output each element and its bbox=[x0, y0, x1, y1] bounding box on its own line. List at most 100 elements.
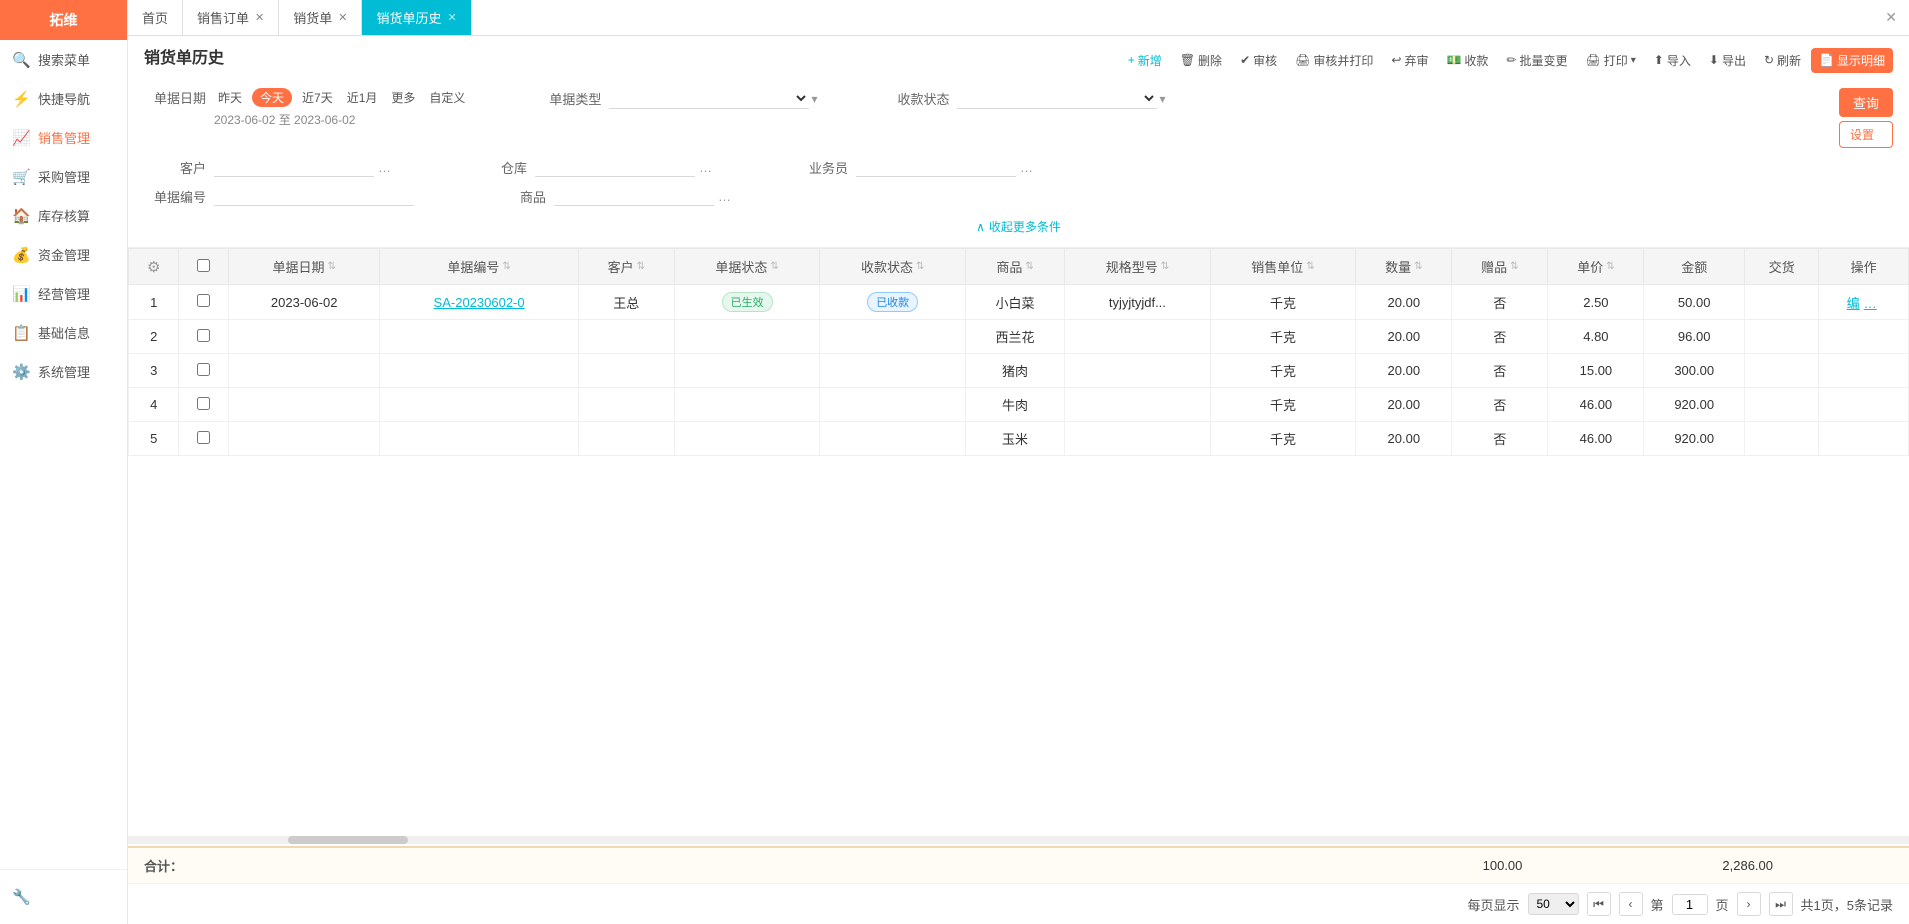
date-label: 单据日期 bbox=[144, 88, 214, 107]
row-checkbox-input[interactable] bbox=[197, 294, 210, 307]
warehouse-dots[interactable]: … bbox=[695, 160, 716, 175]
row-checkbox[interactable] bbox=[179, 285, 229, 320]
date-tab-7days[interactable]: 近7天 bbox=[298, 88, 337, 107]
export-button[interactable]: ⬇ 导出 bbox=[1701, 48, 1754, 73]
sidebar-item-operations[interactable]: 📊 经营管理 bbox=[0, 274, 127, 313]
display-button[interactable]: 📄 显示明细 bbox=[1811, 48, 1893, 73]
doc-no-input[interactable] bbox=[214, 187, 414, 206]
per-page-select[interactable]: 50 100 200 bbox=[1528, 893, 1579, 915]
print-button[interactable]: 🖨 打印 ▾ bbox=[1578, 48, 1644, 73]
col-collect-status[interactable]: 收款状态⇅ bbox=[820, 249, 966, 285]
col-doc-status[interactable]: 单据状态⇅ bbox=[674, 249, 820, 285]
row-checkbox-input[interactable] bbox=[197, 397, 210, 410]
salesperson-input[interactable] bbox=[856, 158, 1016, 177]
audit-button[interactable]: ✔ 审核 bbox=[1232, 48, 1285, 73]
sidebar-item-purchase-mgmt[interactable]: 🛒 采购管理 bbox=[0, 157, 127, 196]
next-page-btn[interactable]: › bbox=[1737, 892, 1761, 916]
row-doc-no[interactable] bbox=[380, 388, 578, 422]
row-checkbox-input[interactable] bbox=[197, 363, 210, 376]
tab-sales-order-close[interactable]: ✕ bbox=[255, 11, 264, 24]
page-number-input[interactable]: 1 bbox=[1672, 894, 1708, 915]
sidebar-item-sales-mgmt[interactable]: 📈 销售管理 bbox=[0, 118, 127, 157]
collect-status-select[interactable] bbox=[957, 88, 1157, 109]
sidebar-item-inventory[interactable]: 🏠 库存核算 bbox=[0, 196, 127, 235]
first-page-btn[interactable]: ⏮ bbox=[1587, 892, 1611, 916]
sort-gift-icon: ⇅ bbox=[1510, 261, 1518, 272]
tab-sales-delivery-close[interactable]: ✕ bbox=[338, 11, 347, 24]
col-customer[interactable]: 客户⇅ bbox=[578, 249, 674, 285]
query-button[interactable]: 查询 bbox=[1839, 88, 1893, 117]
horizontal-scrollbar[interactable] bbox=[128, 836, 1909, 844]
col-qty[interactable]: 数量⇅ bbox=[1356, 249, 1452, 285]
last-page-btn[interactable]: ⏭ bbox=[1769, 892, 1793, 916]
batch-change-button[interactable]: ✏ 批量变更 bbox=[1498, 48, 1575, 73]
tab-sales-history[interactable]: 销货单历史 ✕ bbox=[362, 0, 471, 35]
sidebar-item-basic-info[interactable]: 📋 基础信息 bbox=[0, 313, 127, 352]
delete-button[interactable]: 🗑 删除 bbox=[1172, 48, 1230, 73]
row-checkbox[interactable] bbox=[179, 388, 229, 422]
action-更多[interactable]: … bbox=[1864, 296, 1877, 311]
salesperson-dots[interactable]: … bbox=[1016, 160, 1037, 175]
doc-no-link[interactable]: SA-20230602-0 bbox=[434, 295, 525, 310]
import-button[interactable]: ⬆ 导入 bbox=[1646, 48, 1699, 73]
table-row: 5玉米千克20.00否46.00920.00 bbox=[129, 422, 1909, 456]
tab-home[interactable]: 首页 bbox=[128, 0, 183, 35]
date-tab-1month[interactable]: 近1月 bbox=[343, 88, 382, 107]
col-settings[interactable]: ⚙ bbox=[129, 249, 179, 285]
action-编辑[interactable]: 编 bbox=[1847, 296, 1860, 311]
row-checkbox[interactable] bbox=[179, 422, 229, 456]
date-tab-yesterday[interactable]: 昨天 bbox=[214, 88, 246, 107]
doc-type-select[interactable] bbox=[609, 88, 809, 109]
row-spec: tyjyjtyjdf... bbox=[1065, 285, 1211, 320]
collapse-btn[interactable]: ∧ 收起更多条件 bbox=[976, 214, 1061, 239]
goods-dots[interactable]: … bbox=[714, 189, 735, 204]
row-actions[interactable] bbox=[1819, 388, 1909, 422]
warehouse-input[interactable] bbox=[535, 158, 695, 177]
abandon-button[interactable]: ↩ 弃审 bbox=[1383, 48, 1436, 73]
row-actions[interactable]: 编… bbox=[1819, 285, 1909, 320]
tab-close-all[interactable]: ✕ bbox=[1873, 9, 1909, 26]
col-unit[interactable]: 销售单位⇅ bbox=[1210, 249, 1356, 285]
scroll-thumb[interactable] bbox=[288, 836, 408, 844]
row-checkbox[interactable] bbox=[179, 354, 229, 388]
refresh-button[interactable]: ↻ 刷新 bbox=[1756, 48, 1809, 73]
row-checkbox[interactable] bbox=[179, 320, 229, 354]
row-actions[interactable] bbox=[1819, 422, 1909, 456]
sidebar-item-search-menu[interactable]: 🔍 搜索菜单 bbox=[0, 40, 127, 79]
col-unit-price[interactable]: 单价⇅ bbox=[1548, 249, 1644, 285]
row-doc-no[interactable] bbox=[380, 422, 578, 456]
col-spec[interactable]: 规格型号⇅ bbox=[1065, 249, 1211, 285]
col-goods[interactable]: 商品⇅ bbox=[965, 249, 1064, 285]
col-doc-date[interactable]: 单据日期⇅ bbox=[228, 249, 379, 285]
prev-page-btn[interactable]: ‹ bbox=[1619, 892, 1643, 916]
row-doc-no[interactable] bbox=[380, 320, 578, 354]
date-tab-custom[interactable]: 自定义 bbox=[425, 88, 469, 107]
set-button[interactable]: 设置 bbox=[1839, 121, 1893, 148]
sidebar-item-quick-nav[interactable]: ⚡ 快捷导航 bbox=[0, 79, 127, 118]
date-tab-more[interactable]: 更多 bbox=[387, 88, 419, 107]
sidebar-item-finance[interactable]: 💰 资金管理 bbox=[0, 235, 127, 274]
date-tab-today[interactable]: 今天 bbox=[252, 88, 292, 107]
audit-print-button[interactable]: 🖨 审核并打印 bbox=[1287, 48, 1381, 73]
sidebar-item-system-mgmt[interactable]: ⚙️ 系统管理 bbox=[0, 352, 127, 391]
select-all-checkbox[interactable] bbox=[197, 259, 210, 272]
settings-icon[interactable]: ⚙ bbox=[147, 259, 160, 276]
row-doc-no[interactable] bbox=[380, 354, 578, 388]
row-checkbox-input[interactable] bbox=[197, 329, 210, 342]
col-gift[interactable]: 赠品⇅ bbox=[1452, 249, 1548, 285]
sidebar-item-settings-bottom[interactable]: 🔧 bbox=[0, 878, 127, 916]
row-actions[interactable] bbox=[1819, 354, 1909, 388]
col-doc-no[interactable]: 单据编号⇅ bbox=[380, 249, 578, 285]
goods-input[interactable] bbox=[554, 187, 714, 206]
tab-sales-delivery[interactable]: 销货单 ✕ bbox=[279, 0, 362, 35]
row-actions[interactable] bbox=[1819, 320, 1909, 354]
tab-sales-order[interactable]: 销售订单 ✕ bbox=[183, 0, 279, 35]
row-doc-no[interactable]: SA-20230602-0 bbox=[380, 285, 578, 320]
customer-input[interactable] bbox=[214, 158, 374, 177]
customer-dots[interactable]: … bbox=[374, 160, 395, 175]
col-checkbox bbox=[179, 249, 229, 285]
new-button[interactable]: + 新增 bbox=[1120, 48, 1170, 73]
collect-button[interactable]: 💵 收款 bbox=[1438, 48, 1496, 73]
tab-sales-history-close[interactable]: ✕ bbox=[448, 11, 457, 24]
row-checkbox-input[interactable] bbox=[197, 431, 210, 444]
